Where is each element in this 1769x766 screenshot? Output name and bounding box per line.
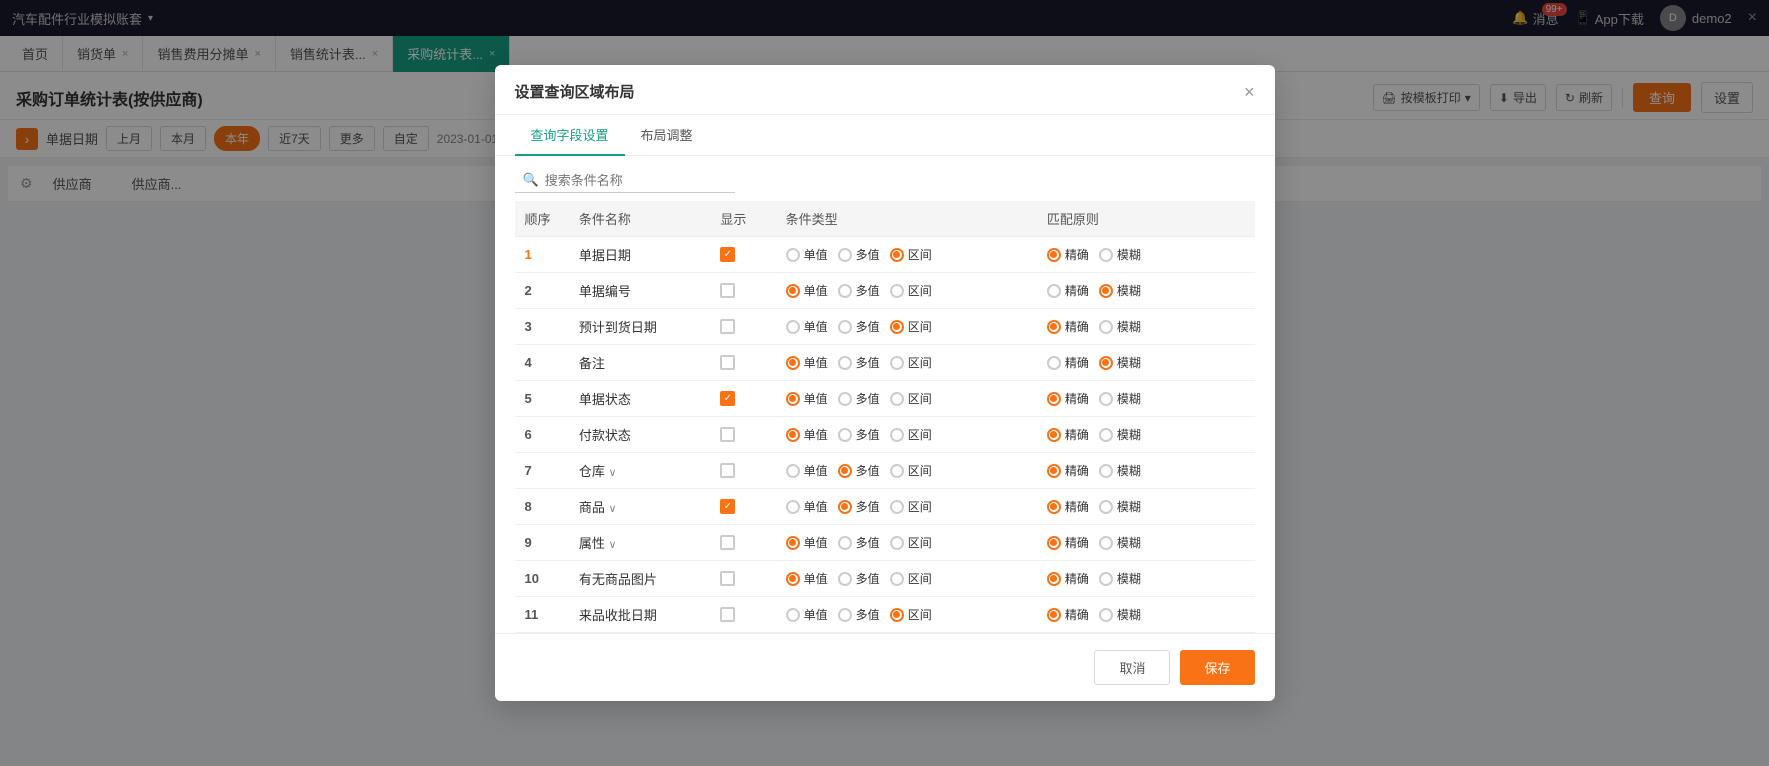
row-type-radios[interactable]: 单值多值区间 <box>776 525 1037 561</box>
row-condition-name: 单据编号 <box>569 273 710 309</box>
row-match-radios[interactable]: 精确模糊 <box>1037 525 1255 561</box>
dialog-search: 🔍 <box>495 156 1275 201</box>
row-condition-name: 有无商品图片 <box>569 561 710 597</box>
row-order: 11 <box>515 597 569 633</box>
row-order: 4 <box>515 345 569 381</box>
row-type-radios[interactable]: 单值多值区间 <box>776 273 1037 309</box>
row-order: 1 <box>515 237 569 273</box>
row-order: 8 <box>515 489 569 525</box>
row-display-checkbox[interactable] <box>710 453 775 489</box>
row-match-radios[interactable]: 精确模糊 <box>1037 237 1255 273</box>
row-order: 5 <box>515 381 569 417</box>
row-order: 7 <box>515 453 569 489</box>
table-row: 10有无商品图片 单值多值区间精确模糊 <box>515 561 1255 597</box>
row-order: 6 <box>515 417 569 453</box>
row-condition-name: 单据状态 <box>569 381 710 417</box>
row-match-radios[interactable]: 精确模糊 <box>1037 453 1255 489</box>
row-order: 2 <box>515 273 569 309</box>
row-match-radios[interactable]: 精确模糊 <box>1037 597 1255 633</box>
row-order: 10 <box>515 561 569 597</box>
table-row: 4备注 单值多值区间精确模糊 <box>515 345 1255 381</box>
row-match-radios[interactable]: 精确模糊 <box>1037 381 1255 417</box>
row-type-radios[interactable]: 单值多值区间 <box>776 381 1037 417</box>
row-condition-name: 预计到货日期 <box>569 309 710 345</box>
dialog-title: 设置查询区域布局 <box>515 81 635 102</box>
row-display-checkbox[interactable] <box>710 309 775 345</box>
dialog-footer: 取消 保存 <box>495 633 1275 701</box>
table-row: 8商品 ∨✓单值多值区间精确模糊 <box>515 489 1255 525</box>
row-type-radios[interactable]: 单值多值区间 <box>776 345 1037 381</box>
row-match-radios[interactable]: 精确模糊 <box>1037 309 1255 345</box>
table-row: 1单据日期✓单值多值区间精确模糊 <box>515 237 1255 273</box>
dialog-table: 顺序 条件名称 显示 条件类型 匹配原则 1单据日期✓单值多值区间精确模糊2单据… <box>495 201 1275 633</box>
row-display-checkbox[interactable]: ✓ <box>710 237 775 273</box>
row-match-radios[interactable]: 精确模糊 <box>1037 273 1255 309</box>
row-type-radios[interactable]: 单值多值区间 <box>776 489 1037 525</box>
row-condition-name: 属性 ∨ <box>569 525 710 561</box>
row-condition-name: 单据日期 <box>569 237 710 273</box>
row-type-radios[interactable]: 单值多值区间 <box>776 309 1037 345</box>
row-display-checkbox[interactable] <box>710 345 775 381</box>
row-type-radios[interactable]: 单值多值区间 <box>776 597 1037 633</box>
row-match-radios[interactable]: 精确模糊 <box>1037 417 1255 453</box>
search-input[interactable] <box>545 173 725 188</box>
row-match-radios[interactable]: 精确模糊 <box>1037 489 1255 525</box>
row-type-radios[interactable]: 单值多值区间 <box>776 453 1037 489</box>
dialog-tabs: 查询字段设置 布局调整 <box>495 115 1275 156</box>
row-condition-name: 付款状态 <box>569 417 710 453</box>
col-header-match: 匹配原则 <box>1037 201 1255 237</box>
row-order: 3 <box>515 309 569 345</box>
dialog-tab-query-fields[interactable]: 查询字段设置 <box>515 115 625 156</box>
dialog-close-button[interactable]: × <box>1244 83 1255 101</box>
row-display-checkbox[interactable] <box>710 417 775 453</box>
modal-overlay: 设置查询区域布局 × 查询字段设置 布局调整 🔍 顺序 <box>0 0 1769 766</box>
row-display-checkbox[interactable] <box>710 597 775 633</box>
table-row: 2单据编号 单值多值区间精确模糊 <box>515 273 1255 309</box>
row-condition-name: 商品 ∨ <box>569 489 710 525</box>
row-type-radios[interactable]: 单值多值区间 <box>776 417 1037 453</box>
table-row: 3预计到货日期 单值多值区间精确模糊 <box>515 309 1255 345</box>
row-condition-name: 仓库 ∨ <box>569 453 710 489</box>
table-row: 11来品收批日期 单值多值区间精确模糊 <box>515 597 1255 633</box>
row-match-radios[interactable]: 精确模糊 <box>1037 561 1255 597</box>
row-condition-name: 备注 <box>569 345 710 381</box>
dialog: 设置查询区域布局 × 查询字段设置 布局调整 🔍 顺序 <box>495 65 1275 701</box>
row-order: 9 <box>515 525 569 561</box>
col-header-name: 条件名称 <box>569 201 710 237</box>
row-display-checkbox[interactable] <box>710 525 775 561</box>
row-type-radios[interactable]: 单值多值区间 <box>776 237 1037 273</box>
row-display-checkbox[interactable] <box>710 273 775 309</box>
col-header-type: 条件类型 <box>776 201 1037 237</box>
row-type-radios[interactable]: 单值多值区间 <box>776 561 1037 597</box>
row-display-checkbox[interactable]: ✓ <box>710 489 775 525</box>
cancel-button[interactable]: 取消 <box>1094 650 1170 685</box>
row-display-checkbox[interactable] <box>710 561 775 597</box>
row-match-radios[interactable]: 精确模糊 <box>1037 345 1255 381</box>
row-condition-name: 来品收批日期 <box>569 597 710 633</box>
table-row: 7仓库 ∨ 单值多值区间精确模糊 <box>515 453 1255 489</box>
row-display-checkbox[interactable]: ✓ <box>710 381 775 417</box>
table-row: 6付款状态 单值多值区间精确模糊 <box>515 417 1255 453</box>
conditions-table: 顺序 条件名称 显示 条件类型 匹配原则 1单据日期✓单值多值区间精确模糊2单据… <box>515 201 1255 633</box>
col-header-order: 顺序 <box>515 201 569 237</box>
table-row: 9属性 ∨ 单值多值区间精确模糊 <box>515 525 1255 561</box>
search-icon: 🔍 <box>523 172 539 188</box>
col-header-display: 显示 <box>710 201 775 237</box>
search-box: 🔍 <box>515 168 735 193</box>
save-button[interactable]: 保存 <box>1180 650 1254 685</box>
table-row: 5单据状态✓单值多值区间精确模糊 <box>515 381 1255 417</box>
dialog-header: 设置查询区域布局 × <box>495 65 1275 115</box>
dialog-tab-layout[interactable]: 布局调整 <box>625 115 709 156</box>
